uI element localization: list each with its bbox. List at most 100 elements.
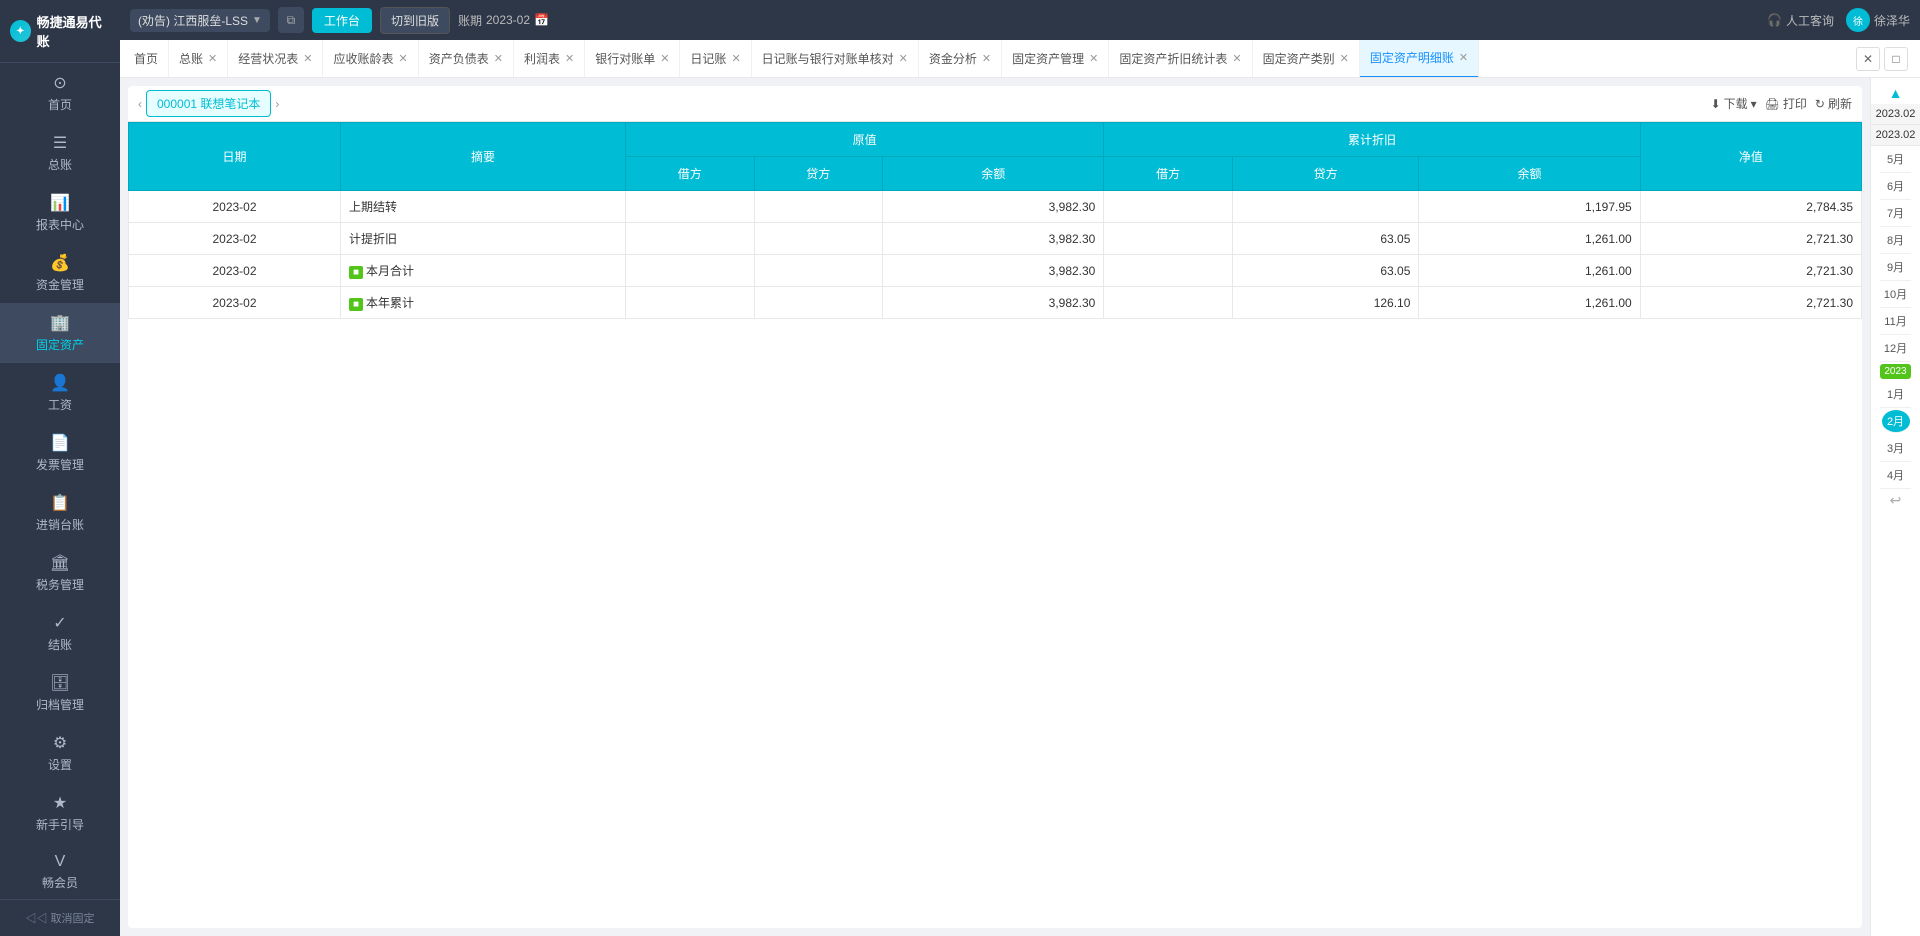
tab-close-profit[interactable]: ✕ xyxy=(565,52,574,65)
tab-close-fixed_asset_deprec[interactable]: ✕ xyxy=(1232,52,1241,65)
tab-close-bank_statement[interactable]: ✕ xyxy=(660,52,669,65)
period-restore-btn[interactable]: ↩ xyxy=(1871,489,1920,512)
tab-journal_bank_check[interactable]: 日记账与银行对账单核对✕ xyxy=(752,40,919,78)
sidebar-collapse-btn[interactable]: ◁◁ 取消固定 xyxy=(0,899,120,936)
cell-acc-balance-0: 1,197.95 xyxy=(1419,191,1640,223)
tab-close-ledger[interactable]: ✕ xyxy=(208,52,217,65)
cell-acc-debit-3 xyxy=(1104,287,1233,319)
tab-close-business[interactable]: ✕ xyxy=(303,52,312,65)
tab-ledger[interactable]: 总账 ✕ xyxy=(169,40,228,78)
tab-journal[interactable]: 日记账✕ xyxy=(680,40,751,78)
tab-label-receivable: 应收账龄表 xyxy=(333,50,393,67)
tab-close-fund_analysis[interactable]: ✕ xyxy=(982,52,991,65)
period-month-5月[interactable]: 5月 xyxy=(1880,146,1910,173)
period-month-1月[interactable]: 1月 xyxy=(1880,381,1910,408)
copy-button[interactable]: ⧉ xyxy=(278,7,304,33)
tab-close-assets_liabilities[interactable]: ✕ xyxy=(494,52,503,65)
cell-date-3: 2023-02 xyxy=(129,287,341,319)
sidebar-item-settlement[interactable]: ✓结账 xyxy=(0,603,120,663)
company-label: (劝告) 江西服垒-LSS xyxy=(138,12,248,29)
calendar-icon[interactable]: 📅 xyxy=(534,13,549,27)
workspace-button[interactable]: 工作台 xyxy=(312,8,372,33)
tab-home[interactable]: 首页 xyxy=(124,40,169,78)
refresh-btn[interactable]: ↻ 刷新 xyxy=(1815,95,1852,112)
sidebar-item-sales_ledger[interactable]: 📋进销台账 xyxy=(0,483,120,543)
tab-close-journal[interactable]: ✕ xyxy=(731,52,740,65)
customer-service-label: 人工客询 xyxy=(1786,12,1834,29)
cell-net-value-2: 2,721.30 xyxy=(1640,255,1861,287)
tab-fixed_asset_mgmt[interactable]: 固定资产管理✕ xyxy=(1002,40,1109,78)
sidebar-label-archive: 归档管理 xyxy=(36,696,84,713)
sidebar-item-home[interactable]: ⊙首页 xyxy=(0,63,120,123)
cell-net-value-0: 2,784.35 xyxy=(1640,191,1861,223)
period-month-11月[interactable]: 11月 xyxy=(1880,308,1910,335)
cell-orig-debit-0 xyxy=(625,191,754,223)
period-month-12月[interactable]: 12月 xyxy=(1880,335,1910,362)
sidebar-item-settings[interactable]: ⚙设置 xyxy=(0,723,120,783)
period-detail-2023-02: 2023.02 xyxy=(1871,125,1920,146)
user-profile-btn[interactable]: 徐 徐泽华 xyxy=(1846,8,1910,32)
cell-orig-credit-2 xyxy=(754,255,883,287)
tab-fixed_asset_deprec[interactable]: 固定资产折旧统计表✕ xyxy=(1109,40,1252,78)
download-btn[interactable]: ⬇ 下载 ▾ xyxy=(1711,95,1757,112)
sidebar-icon-tax: 🏛 xyxy=(50,553,70,573)
tab-close-fixed_asset_mgmt[interactable]: ✕ xyxy=(1089,52,1098,65)
tab-label-fixed_asset_detail: 固定资产明细账 xyxy=(1370,49,1454,66)
period-month-3月[interactable]: 3月 xyxy=(1880,435,1910,462)
cell-acc-balance-3: 1,261.00 xyxy=(1419,287,1640,319)
sidebar-item-archive[interactable]: 🗄归档管理 xyxy=(0,663,120,723)
sidebar-item-fixed_assets[interactable]: 🏢固定资产 xyxy=(0,303,120,363)
tab-fixed_asset_type[interactable]: 固定资产类别 ✕ xyxy=(1253,40,1360,78)
sidebar-item-guide[interactable]: ★新手引导 xyxy=(0,783,120,843)
tab-close-fixed_asset_type[interactable]: ✕ xyxy=(1340,52,1349,65)
company-selector[interactable]: (劝告) 江西服垒-LSS ▼ xyxy=(130,9,270,32)
fixed-asset-detail-table: 日期 摘要 原值 累计折旧 净值 借方 贷方 余额 借方 贷方 余额 xyxy=(128,122,1862,319)
period-month-7月[interactable]: 7月 xyxy=(1880,200,1910,227)
close-all-tabs-btn[interactable]: ✕ xyxy=(1856,47,1880,71)
sidebar-label-settlement: 结账 xyxy=(48,636,72,653)
tab-assets_liabilities[interactable]: 资产负债表✕ xyxy=(419,40,514,78)
print-label: 打印 xyxy=(1783,95,1807,112)
avatar: 徐 xyxy=(1846,8,1870,32)
period-month-4月[interactable]: 4月 xyxy=(1880,462,1910,489)
sub-nav-prev[interactable]: ‹ xyxy=(138,97,142,111)
tab-fund_analysis[interactable]: 资金分析✕ xyxy=(919,40,1002,78)
cell-orig-debit-1 xyxy=(625,223,754,255)
sub-nav-next[interactable]: › xyxy=(275,97,279,111)
sidebar-item-salary[interactable]: 👤工资 xyxy=(0,363,120,423)
tab-receivable[interactable]: 应收账龄表 ✕ xyxy=(323,40,418,78)
sidebar-item-tax[interactable]: 🏛税务管理 xyxy=(0,543,120,603)
tab-close-journal_bank_check[interactable]: ✕ xyxy=(899,52,908,65)
period-month-10月[interactable]: 10月 xyxy=(1880,281,1910,308)
sidebar-item-member[interactable]: V畅会员 xyxy=(0,843,120,899)
tab-label-fixed_asset_type: 固定资产类别 xyxy=(1263,50,1335,67)
period-month-2月[interactable]: 2月 xyxy=(1882,410,1910,433)
period-year-tag[interactable]: 2023 xyxy=(1880,364,1910,379)
sidebar-item-fund[interactable]: 💰资金管理 xyxy=(0,243,120,303)
tab-profit[interactable]: 利润表✕ xyxy=(514,40,585,78)
logo-icon: ✦ xyxy=(10,20,31,42)
tab-label-home: 首页 xyxy=(134,50,158,67)
sidebar-item-ledger[interactable]: ☰总账 xyxy=(0,123,120,183)
headset-icon: 🎧 xyxy=(1767,13,1782,27)
period-month-8月[interactable]: 8月 xyxy=(1880,227,1910,254)
tab-business[interactable]: 经营状况表✕ xyxy=(228,40,323,78)
sub-nav-item-001[interactable]: 000001 联想笔记本 xyxy=(146,90,271,117)
col-summary: 摘要 xyxy=(341,123,626,191)
tab-close-receivable[interactable]: ✕ xyxy=(399,52,408,65)
tab-bank_statement[interactable]: 银行对账单✕ xyxy=(585,40,680,78)
tab-close-fixed_asset_detail[interactable]: ✕ xyxy=(1459,51,1468,64)
tab-fixed_asset_detail[interactable]: 固定资产明细账 ✕ xyxy=(1360,40,1479,78)
period-scroll-up[interactable]: ▲ xyxy=(1871,82,1920,104)
tab-label-ledger: 总账 xyxy=(179,50,203,67)
table-row: 2023-02 ■本月合计 3,982.30 63.05 1,261.00 2,… xyxy=(129,255,1862,287)
cell-summary-2: ■本月合计 xyxy=(341,255,626,287)
customer-service-btn[interactable]: 🎧 人工客询 xyxy=(1767,12,1834,29)
old-version-button[interactable]: 切到旧版 xyxy=(380,7,450,34)
print-btn[interactable]: 🖨 打印 xyxy=(1765,95,1807,112)
maximize-btn[interactable]: □ xyxy=(1884,47,1908,71)
sidebar-item-invoice[interactable]: 📄发票管理 xyxy=(0,423,120,483)
period-month-6月[interactable]: 6月 xyxy=(1880,173,1910,200)
sidebar-item-reports[interactable]: 📊报表中心 xyxy=(0,183,120,243)
period-month-9月[interactable]: 9月 xyxy=(1880,254,1910,281)
